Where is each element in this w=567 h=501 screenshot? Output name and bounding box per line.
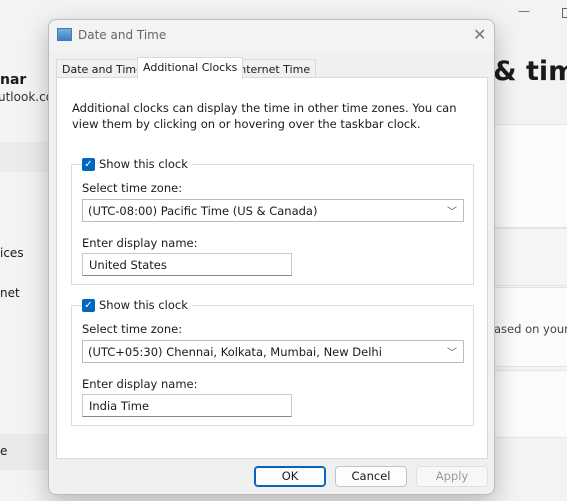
ok-button[interactable]: OK <box>254 466 326 487</box>
chevron-down-icon: ﹀ <box>447 207 457 218</box>
sidebar-item-devices[interactable]: ices <box>0 246 24 260</box>
tab-date-and-time[interactable]: Date and Time <box>56 59 149 78</box>
minimize-button[interactable]: — <box>518 4 530 18</box>
description-text: Additional clocks can display the time i… <box>72 101 457 131</box>
display-name-label: Enter display name: <box>82 236 198 250</box>
user-name: nar <box>0 72 27 88</box>
clock-group-2: ✓ Show this clock Select time zone: (UTC+… <box>71 298 474 426</box>
display-name-input-2[interactable]: India Time <box>82 394 292 417</box>
timezone-label: Select time zone: <box>82 181 183 195</box>
timezone-label: Select time zone: <box>82 322 183 336</box>
clock-calendar-icon <box>57 28 72 41</box>
sidebar-item-time-language[interactable]: e <box>0 434 48 470</box>
display-name-label: Enter display name: <box>82 377 198 391</box>
checkmark-icon: ✓ <box>82 157 95 171</box>
sidebar-item-label: e <box>0 444 8 458</box>
tab-panel: Additional clocks can display the time i… <box>56 77 488 459</box>
date-time-dialog: Date and Time ✕ Date and Time Additional… <box>48 19 495 495</box>
tab-additional-clocks[interactable]: Additional Clocks <box>137 57 244 79</box>
timezone-value: (UTC+05:30) Chennai, Kolkata, Mumbai, Ne… <box>88 345 382 359</box>
apply-button[interactable]: Apply <box>416 466 488 487</box>
sidebar-item-internet[interactable]: net <box>0 286 20 300</box>
show-clock-checkbox-2[interactable]: ✓ Show this clock <box>82 298 192 312</box>
checkbox-label: Show this clock <box>99 298 188 312</box>
close-icon[interactable]: ✕ <box>473 25 486 44</box>
chevron-down-icon: ﹀ <box>447 348 457 359</box>
timezone-value: (UTC-08:00) Pacific Time (US & Canada) <box>88 204 318 218</box>
sidebar-divider <box>0 142 48 172</box>
cancel-button[interactable]: Cancel <box>335 466 407 487</box>
dialog-titlebar: Date and Time ✕ <box>49 20 494 52</box>
page-title: & time <box>493 56 567 87</box>
show-clock-checkbox-1[interactable]: ✓ Show this clock <box>82 157 192 171</box>
checkbox-label: Show this clock <box>99 157 188 171</box>
timezone-select-1[interactable]: (UTC-08:00) Pacific Time (US & Canada) ﹀ <box>82 199 464 222</box>
dialog-title: Date and Time <box>78 28 167 42</box>
clock-group-1: ✓ Show this clock Select time zone: (UTC-… <box>71 157 474 285</box>
maximize-button[interactable] <box>562 8 567 18</box>
timezone-select-2[interactable]: (UTC+05:30) Chennai, Kolkata, Mumbai, Ne… <box>82 340 464 363</box>
checkmark-icon: ✓ <box>82 298 95 312</box>
display-name-input-1[interactable]: United States <box>82 253 292 276</box>
card-description: ased on your <box>494 322 567 336</box>
